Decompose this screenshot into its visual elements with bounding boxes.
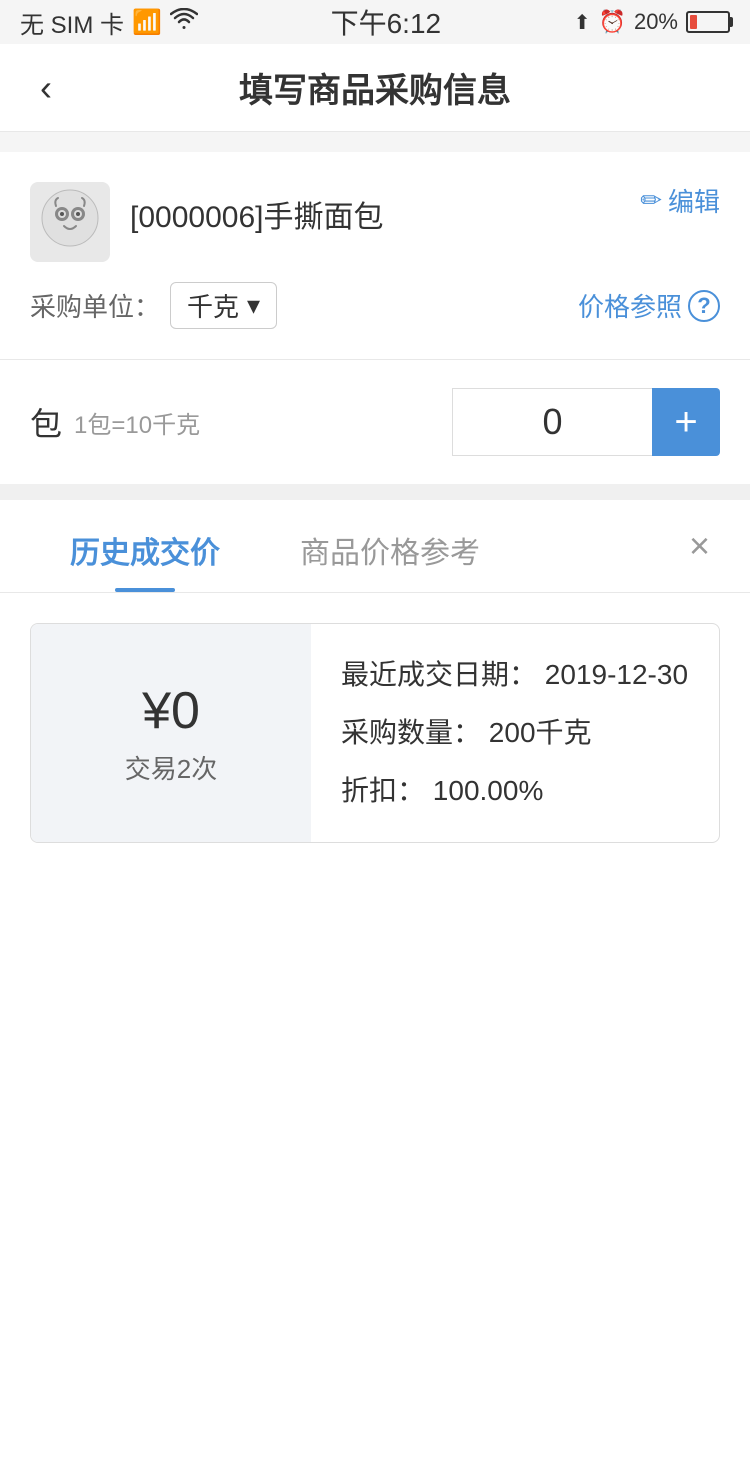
discount-row: 折扣： 100.00% — [341, 770, 689, 812]
product-unit-row: 采购单位： 千克 ▾ 价格参照 ? — [30, 282, 720, 329]
edit-icon: ✏ — [640, 185, 662, 216]
product-info: [0000006]手撕面包 — [130, 182, 383, 236]
recent-date-row: 最近成交日期： 2019-12-30 — [341, 654, 689, 696]
edit-button[interactable]: ✏ 编辑 — [640, 182, 720, 219]
help-icon: ? — [688, 290, 720, 322]
status-time: 下午6:12 — [331, 2, 442, 42]
nav-bar: ‹ 填写商品采购信息 — [0, 44, 750, 132]
sim-icon: 📶 — [132, 8, 162, 37]
status-right: ⬆ ⏰ 20% — [574, 9, 730, 35]
dropdown-icon: ▾ — [247, 290, 260, 321]
section-divider — [0, 484, 750, 500]
product-left: [0000006]手撕面包 — [30, 182, 383, 262]
tabs-panel: 历史成交价 商品价格参考 × ¥0 交易2次 最近成交日期： 2019-12-3… — [0, 500, 750, 873]
product-thumbnail — [30, 182, 110, 262]
unit-section: 采购单位： 千克 ▾ — [30, 282, 277, 329]
unit-select-dropdown[interactable]: 千克 ▾ — [170, 282, 277, 329]
price-times: 交易2次 — [125, 749, 217, 786]
product-card: [0000006]手撕面包 ✏ 编辑 采购单位： 千克 ▾ 价格参照 ? — [0, 152, 750, 359]
quantity-right: + — [452, 388, 720, 456]
purchase-qty-row: 采购数量： 200千克 — [341, 712, 689, 754]
history-content: ¥0 交易2次 最近成交日期： 2019-12-30 采购数量： 200千克 折… — [0, 593, 750, 873]
battery-percent: 20% — [634, 9, 678, 35]
price-amount: ¥0 — [142, 681, 200, 741]
quantity-input[interactable] — [452, 388, 652, 456]
unit-label: 采购单位： — [30, 287, 160, 324]
price-card-left: ¥0 交易2次 — [31, 624, 311, 842]
price-ref-button[interactable]: 价格参照 ? — [578, 287, 720, 324]
close-icon: × — [689, 525, 710, 566]
status-left: 无 SIM 卡 📶 — [20, 5, 198, 40]
quantity-plus-button[interactable]: + — [652, 388, 720, 456]
tab-price-reference[interactable]: 商品价格参考 — [260, 500, 520, 592]
price-card-right: 最近成交日期： 2019-12-30 采购数量： 200千克 折扣： 100.0… — [311, 624, 719, 842]
status-bar: 无 SIM 卡 📶 下午6:12 ⬆ ⏰ 20% — [0, 0, 750, 44]
page-title: 填写商品采购信息 — [239, 63, 511, 112]
price-card: ¥0 交易2次 最近成交日期： 2019-12-30 采购数量： 200千克 折… — [30, 623, 720, 843]
carrier-text: 无 SIM 卡 — [20, 5, 124, 40]
battery-icon — [686, 11, 730, 33]
product-logo — [40, 188, 100, 257]
unit-big-label: 包 — [30, 399, 62, 445]
plus-icon: + — [674, 400, 697, 445]
tabs-header: 历史成交价 商品价格参考 × — [0, 500, 750, 593]
quantity-left: 包 1包=10千克 — [30, 399, 200, 445]
product-name: [0000006]手撕面包 — [130, 182, 383, 236]
back-button[interactable]: ‹ — [30, 57, 62, 119]
tab-close-button[interactable]: × — [679, 515, 720, 577]
wifi-icon — [170, 8, 198, 37]
quantity-row: 包 1包=10千克 + — [0, 359, 750, 484]
page-background — [0, 873, 750, 1473]
alarm-icon: ⏰ — [599, 9, 626, 35]
location-icon: ⬆ — [574, 10, 591, 35]
unit-conversion-hint: 1包=10千克 — [74, 405, 200, 440]
product-header: [0000006]手撕面包 ✏ 编辑 — [30, 182, 720, 262]
tab-history-price[interactable]: 历史成交价 — [30, 500, 260, 592]
